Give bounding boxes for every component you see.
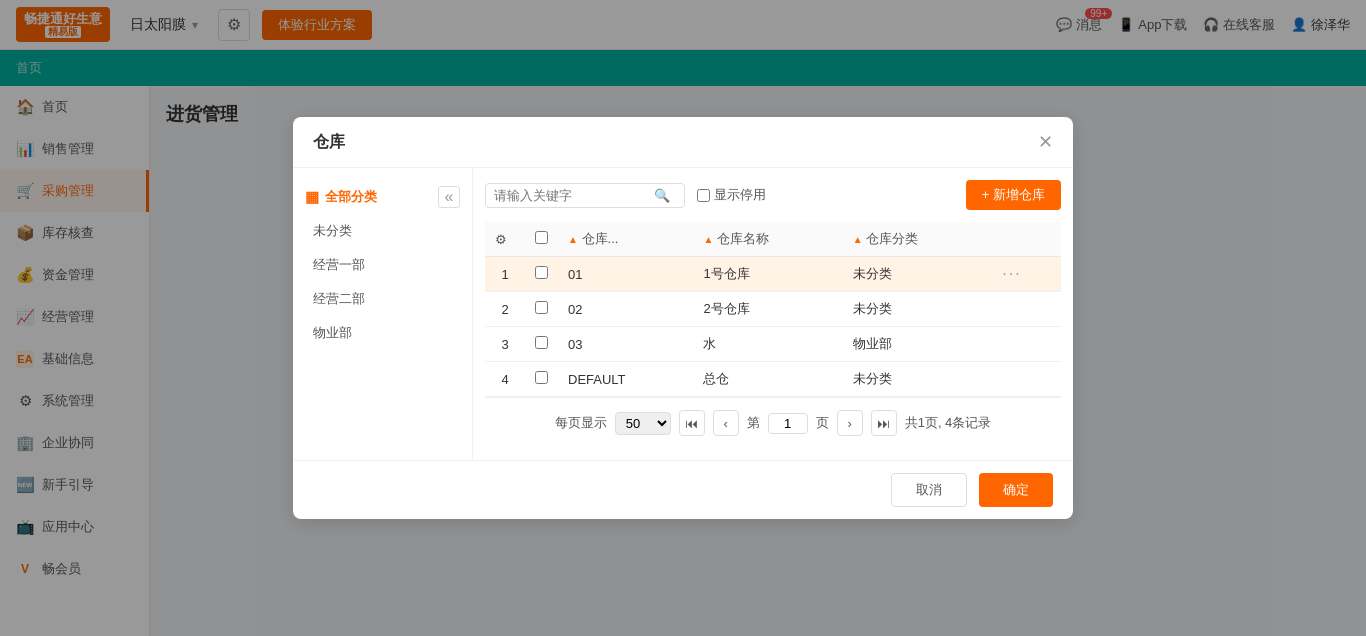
next-page-button[interactable]: › xyxy=(837,410,863,436)
category-label-property: 物业部 xyxy=(313,325,352,340)
row-select-2[interactable] xyxy=(535,301,548,314)
col-settings-header[interactable]: ⚙ xyxy=(485,222,525,257)
col-warehouse-category-label: 仓库分类 xyxy=(866,231,918,246)
table-head: ⚙ ▲ 仓库... ▲ 仓库名称 xyxy=(485,222,1061,257)
col-actions-header xyxy=(992,222,1061,257)
category-all-label: 全部分类 xyxy=(325,188,377,206)
row-name-4: 总仓 xyxy=(693,362,842,397)
warehouse-dialog: 仓库 ✕ ▦ 全部分类 « 未分类 经营一部 xyxy=(293,117,1073,519)
category-all-button[interactable]: ▦ 全部分类 xyxy=(305,188,377,206)
category-item-unclassified[interactable]: 未分类 xyxy=(293,214,472,248)
row-select-3[interactable] xyxy=(535,336,548,349)
dialog-body: ▦ 全部分类 « 未分类 经营一部 经营二部 物业部 xyxy=(293,168,1073,460)
table-row[interactable]: 3 03 水 物业部 xyxy=(485,327,1061,362)
row-more-btn-1[interactable]: ··· xyxy=(1002,265,1021,282)
show-disabled-label: 显示停用 xyxy=(714,186,766,204)
next-page-icon: › xyxy=(847,416,851,431)
sort-arrow-name: ▲ xyxy=(703,234,713,245)
per-page-label: 每页显示 xyxy=(555,414,607,432)
prev-page-button[interactable]: ‹ xyxy=(713,410,739,436)
confirm-button[interactable]: 确定 xyxy=(979,473,1053,507)
table-body: 1 01 1号仓库 未分类 ··· 2 xyxy=(485,257,1061,397)
warehouse-table: ⚙ ▲ 仓库... ▲ 仓库名称 xyxy=(485,222,1061,397)
row-code-2: 02 xyxy=(558,292,693,327)
row-checkbox-3[interactable] xyxy=(525,327,558,362)
last-page-button[interactable]: ⏭ xyxy=(871,410,897,436)
row-checkbox-4[interactable] xyxy=(525,362,558,397)
row-name-3: 水 xyxy=(693,327,842,362)
row-checkbox-1[interactable] xyxy=(525,257,558,292)
dialog-header: 仓库 ✕ xyxy=(293,117,1073,168)
dialog-title: 仓库 xyxy=(313,132,345,153)
last-page-icon: ⏭ xyxy=(877,416,890,431)
show-disabled-checkbox[interactable] xyxy=(697,189,710,202)
collapse-button[interactable]: « xyxy=(438,186,460,208)
row-category-4: 未分类 xyxy=(843,362,992,397)
row-num-3: 3 xyxy=(485,327,525,362)
page-input[interactable] xyxy=(768,413,808,434)
settings-col-icon: ⚙ xyxy=(495,232,507,247)
row-actions-4[interactable] xyxy=(992,362,1061,397)
row-select-4[interactable] xyxy=(535,371,548,384)
category-panel: ▦ 全部分类 « 未分类 经营一部 经营二部 物业部 xyxy=(293,168,473,460)
table-panel: 🔍 显示停用 + 新增仓库 ⚙ xyxy=(473,168,1073,460)
page-label: 第 xyxy=(747,414,760,432)
row-code-1: 01 xyxy=(558,257,693,292)
row-num-2: 2 xyxy=(485,292,525,327)
category-label-dept2: 经营二部 xyxy=(313,291,365,306)
pagination: 每页显示 50 20 100 ⏮ ‹ 第 页 xyxy=(485,397,1061,448)
sort-arrow-code: ▲ xyxy=(568,234,578,245)
row-select-1[interactable] xyxy=(535,266,548,279)
show-disabled-checkbox-wrap: 显示停用 xyxy=(697,186,766,204)
table-row[interactable]: 2 02 2号仓库 未分类 xyxy=(485,292,1061,327)
page-size-select[interactable]: 50 20 100 xyxy=(615,412,671,435)
cancel-button[interactable]: 取消 xyxy=(891,473,967,507)
col-warehouse-name-header[interactable]: ▲ 仓库名称 xyxy=(693,222,842,257)
col-warehouse-code-label: 仓库... xyxy=(582,231,619,246)
search-icon[interactable]: 🔍 xyxy=(654,188,670,203)
row-category-1: 未分类 xyxy=(843,257,992,292)
select-all-checkbox[interactable] xyxy=(535,231,548,244)
row-code-3: 03 xyxy=(558,327,693,362)
row-num-4: 4 xyxy=(485,362,525,397)
row-name-1: 1号仓库 xyxy=(693,257,842,292)
row-actions-3[interactable] xyxy=(992,327,1061,362)
row-code-4: DEFAULT xyxy=(558,362,693,397)
dialog-close-button[interactable]: ✕ xyxy=(1038,131,1053,153)
first-page-button[interactable]: ⏮ xyxy=(679,410,705,436)
add-warehouse-button[interactable]: + 新增仓库 xyxy=(966,180,1061,210)
table-row[interactable]: 1 01 1号仓库 未分类 ··· xyxy=(485,257,1061,292)
col-checkbox-header[interactable] xyxy=(525,222,558,257)
total-info: 共1页, 4条记录 xyxy=(905,414,992,432)
modal-overlay[interactable]: 仓库 ✕ ▦ 全部分类 « 未分类 经营一部 xyxy=(0,0,1366,636)
category-label-dept1: 经营一部 xyxy=(313,257,365,272)
category-item-dept1[interactable]: 经营一部 xyxy=(293,248,472,282)
row-category-3: 物业部 xyxy=(843,327,992,362)
row-checkbox-2[interactable] xyxy=(525,292,558,327)
row-actions-2[interactable] xyxy=(992,292,1061,327)
category-item-property[interactable]: 物业部 xyxy=(293,316,472,350)
row-num-1: 1 xyxy=(485,257,525,292)
page-suffix: 页 xyxy=(816,414,829,432)
category-label-unclassified: 未分类 xyxy=(313,223,352,238)
col-warehouse-name-label: 仓库名称 xyxy=(717,231,769,246)
grid-icon: ▦ xyxy=(305,188,319,206)
category-header: ▦ 全部分类 « xyxy=(293,180,472,214)
first-page-icon: ⏮ xyxy=(685,416,698,431)
table-toolbar: 🔍 显示停用 + 新增仓库 xyxy=(485,180,1061,210)
row-actions-1[interactable]: ··· xyxy=(992,257,1061,292)
sort-arrow-category: ▲ xyxy=(853,234,863,245)
row-name-2: 2号仓库 xyxy=(693,292,842,327)
table-header-row: ⚙ ▲ 仓库... ▲ 仓库名称 xyxy=(485,222,1061,257)
category-item-dept2[interactable]: 经营二部 xyxy=(293,282,472,316)
prev-page-icon: ‹ xyxy=(723,416,727,431)
row-category-2: 未分类 xyxy=(843,292,992,327)
table-row[interactable]: 4 DEFAULT 总仓 未分类 xyxy=(485,362,1061,397)
search-input-wrap: 🔍 xyxy=(485,183,685,208)
dialog-footer: 取消 确定 xyxy=(293,460,1073,519)
col-warehouse-code-header[interactable]: ▲ 仓库... xyxy=(558,222,693,257)
col-warehouse-category-header[interactable]: ▲ 仓库分类 xyxy=(843,222,992,257)
search-input[interactable] xyxy=(494,188,654,203)
